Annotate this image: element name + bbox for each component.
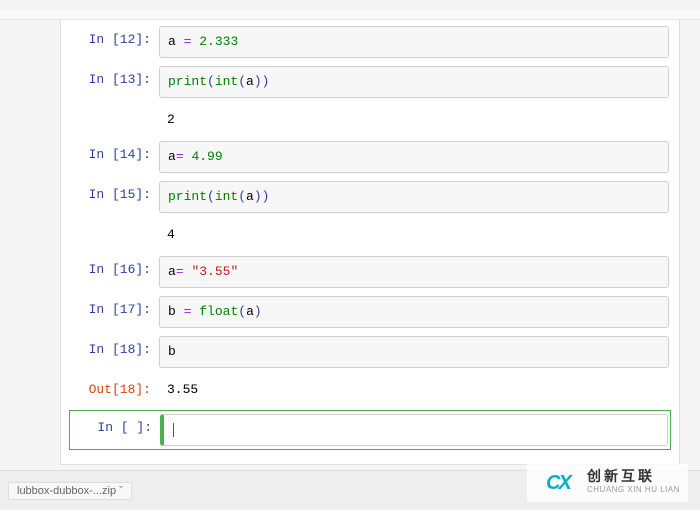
- watermark-cn: 创新互联: [587, 469, 680, 483]
- code-cell[interactable]: In [17]:b = float(a): [61, 293, 679, 331]
- code-cell[interactable]: In [18]:b: [61, 333, 679, 371]
- in-prompt: In [14]:: [71, 141, 159, 162]
- download-tab[interactable]: lubbox-dubbox-...zip ˇ: [8, 482, 132, 500]
- code-cell[interactable]: In [12]:a = 2.333: [61, 23, 679, 61]
- code-cell[interactable]: In [14]:a= 4.99: [61, 138, 679, 176]
- code-cell[interactable]: In [16]:a= "3.55": [61, 253, 679, 291]
- in-prompt: In [13]:: [71, 66, 159, 87]
- in-prompt: In [16]:: [71, 256, 159, 277]
- stdout-cell: 4: [61, 218, 679, 251]
- code-cell[interactable]: In [13]:print(int(a)): [61, 63, 679, 101]
- watermark: CX 创新互联 CHUANG XIN HU LIAN: [527, 464, 688, 502]
- in-prompt: In [18]:: [71, 336, 159, 357]
- stdout-output: 4: [159, 221, 669, 248]
- toolbar: [0, 10, 700, 20]
- in-prompt: In [ ]:: [72, 414, 160, 435]
- download-chevron: ˇ: [119, 485, 123, 497]
- code-input[interactable]: print(int(a)): [159, 66, 669, 98]
- code-input[interactable]: [160, 414, 668, 446]
- stdout-cell: 2: [61, 103, 679, 136]
- code-input[interactable]: b: [159, 336, 669, 368]
- notebook: In [12]:a = 2.333In [13]:print(int(a))2I…: [60, 10, 680, 465]
- text-cursor: [173, 423, 174, 437]
- in-prompt: [71, 221, 159, 227]
- out-prompt: Out[18]:: [71, 376, 159, 397]
- code-input[interactable]: print(int(a)): [159, 181, 669, 213]
- watermark-pinyin: CHUANG XIN HU LIAN: [587, 483, 680, 497]
- watermark-logo: CX: [535, 468, 581, 498]
- code-input[interactable]: a= "3.55": [159, 256, 669, 288]
- code-input[interactable]: b = float(a): [159, 296, 669, 328]
- in-prompt: [71, 106, 159, 112]
- in-prompt: In [17]:: [71, 296, 159, 317]
- code-input[interactable]: a= 4.99: [159, 141, 669, 173]
- code-input[interactable]: a = 2.333: [159, 26, 669, 58]
- in-prompt: In [12]:: [71, 26, 159, 47]
- output-cell: Out[18]:3.55: [61, 373, 679, 406]
- stdout-output: 2: [159, 106, 669, 133]
- result-output: 3.55: [159, 376, 669, 403]
- code-cell[interactable]: In [ ]:: [69, 410, 671, 450]
- in-prompt: In [15]:: [71, 181, 159, 202]
- code-cell[interactable]: In [15]:print(int(a)): [61, 178, 679, 216]
- download-filename: lubbox-dubbox-...zip: [17, 485, 116, 497]
- watermark-text: 创新互联 CHUANG XIN HU LIAN: [587, 469, 680, 497]
